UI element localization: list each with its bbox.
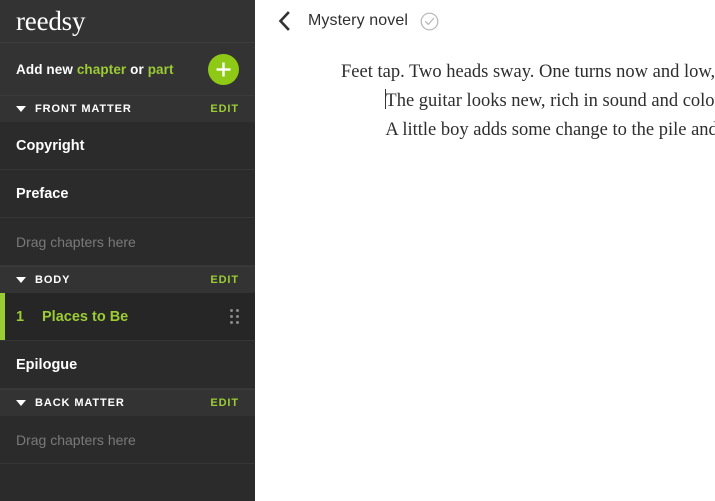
chevron-left-icon <box>278 11 290 31</box>
section-edit-button[interactable]: EDIT <box>210 103 239 115</box>
section-title: BACK MATTER <box>35 397 125 409</box>
section-edit-button[interactable]: EDIT <box>210 397 239 409</box>
dot <box>230 321 233 324</box>
paragraph-with-cursor[interactable]: The guitar looks new, rich in sound and … <box>341 87 715 116</box>
dot <box>236 315 239 318</box>
add-new-button[interactable] <box>208 53 239 85</box>
brand-bar: reedsy <box>0 0 255 42</box>
sidebar-item-preface[interactable]: Preface <box>0 170 255 218</box>
drop-zone-label: Drag chapters here <box>16 233 136 250</box>
section-header-left: FRONT MATTER <box>16 103 132 115</box>
section-title: BODY <box>35 274 71 286</box>
document-title[interactable]: Mystery novel <box>308 12 408 30</box>
add-new-bar: Add new chapter or part <box>0 42 255 95</box>
chevron-down-icon[interactable] <box>16 277 26 283</box>
paragraph[interactable]: A little boy adds some change to the pil… <box>341 116 715 145</box>
editor-body[interactable]: Feet tap. Two heads sway. One turns now … <box>255 42 715 145</box>
section-header-back-matter[interactable]: BACK MATTER EDIT <box>0 389 255 416</box>
chapter-title: Copyright <box>16 137 85 154</box>
drag-handle-icon[interactable] <box>230 309 239 324</box>
chapter-title: Epilogue <box>16 356 78 373</box>
editor-topbar: Mystery novel <box>255 0 715 42</box>
chapter-title: Preface <box>16 185 69 202</box>
sidebar-item-epilogue[interactable]: Epilogue <box>0 341 255 389</box>
chevron-down-icon[interactable] <box>16 106 26 112</box>
section-header-left: BACK MATTER <box>16 397 125 409</box>
brand-logo[interactable]: reedsy <box>16 7 85 35</box>
chevron-down-icon[interactable] <box>16 400 26 406</box>
dot <box>236 309 239 312</box>
paragraph[interactable]: Feet tap. Two heads sway. One turns now … <box>341 58 715 87</box>
drop-zone-front-matter[interactable]: Drag chapters here <box>0 218 255 266</box>
sidebar-item-copyright[interactable]: Copyright <box>0 122 255 170</box>
back-button[interactable] <box>271 8 297 34</box>
drop-zone-back-matter[interactable]: Drag chapters here <box>0 416 255 464</box>
dot <box>236 321 239 324</box>
add-new-chapter-link[interactable]: chapter <box>77 62 126 77</box>
saved-status-button[interactable] <box>419 11 439 31</box>
section-header-left: BODY <box>16 274 70 286</box>
add-new-part-link[interactable]: part <box>148 62 174 77</box>
section-header-front-matter[interactable]: FRONT MATTER EDIT <box>0 95 255 122</box>
section-edit-button[interactable]: EDIT <box>210 274 239 286</box>
dot <box>230 315 233 318</box>
chapter-number: 1 <box>16 308 25 325</box>
sidebar-item-places-to-be[interactable]: 1 Places to Be <box>0 293 255 341</box>
paragraph-text: The guitar looks new, rich in sound and … <box>385 91 715 111</box>
section-header-body[interactable]: BODY EDIT <box>0 266 255 293</box>
add-new-label: Add new chapter or part <box>16 62 174 77</box>
app-root: reedsy Add new chapter or part FRONT MAT… <box>0 0 715 501</box>
add-new-conjunction: or <box>126 61 148 77</box>
drop-zone-label: Drag chapters here <box>16 431 136 448</box>
chapter-title: Places to Be <box>42 308 129 325</box>
add-new-prefix: Add new <box>16 61 77 77</box>
dot <box>230 309 233 312</box>
check-circle-icon <box>420 12 438 30</box>
section-title: FRONT MATTER <box>35 103 132 115</box>
sidebar: reedsy Add new chapter or part FRONT MAT… <box>0 0 255 501</box>
main-panel: Mystery novel Feet tap. Two heads sway. … <box>255 0 715 501</box>
plus-icon <box>216 62 231 76</box>
